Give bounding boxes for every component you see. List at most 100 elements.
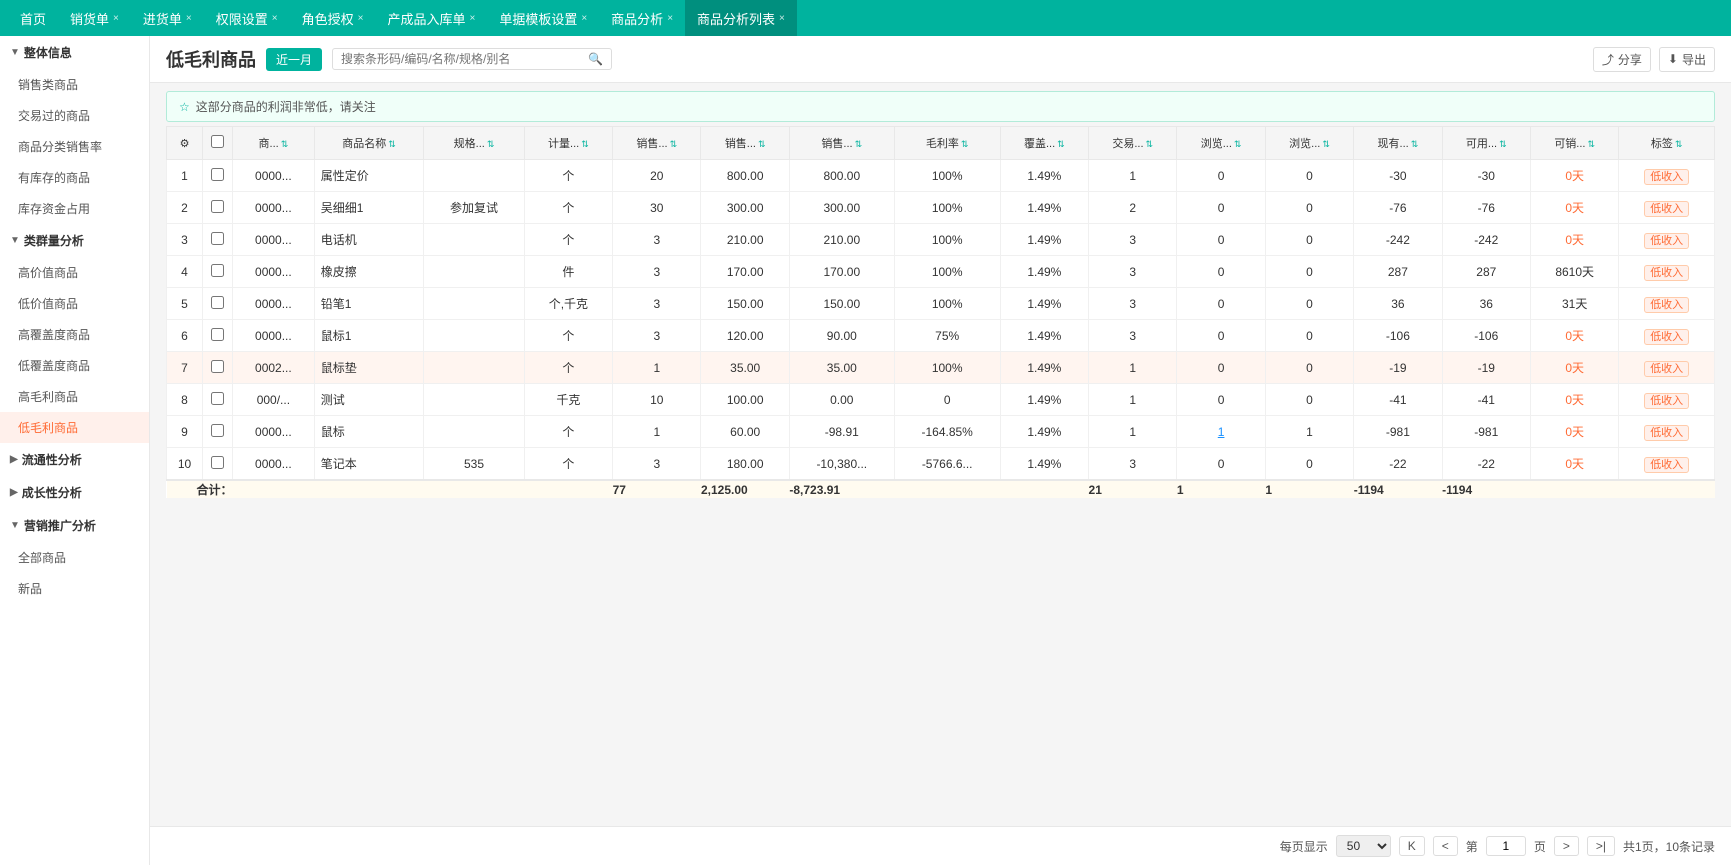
row-checkbox[interactable] — [211, 456, 224, 469]
row-checkbox[interactable] — [211, 168, 224, 181]
nav-product-analysis-list[interactable]: 商品分析列表 × — [685, 0, 797, 36]
close-icon[interactable]: × — [113, 13, 119, 24]
col-checkbox[interactable] — [203, 127, 233, 160]
sidebar-item-all-goods[interactable]: 全部商品 — [0, 542, 149, 573]
nav-product-inbound[interactable]: 产成品入库单 × — [375, 0, 487, 36]
nav-home[interactable]: 首页 — [8, 0, 58, 36]
date-filter-button[interactable]: 近一月 — [266, 48, 322, 71]
last-page-button[interactable]: >| — [1587, 836, 1615, 856]
col-current-stock[interactable]: 现有...⇅ — [1354, 127, 1442, 160]
nav-permissions[interactable]: 权限设置 × — [204, 0, 290, 36]
close-icon[interactable]: × — [779, 13, 785, 24]
sidebar-item-sales-goods[interactable]: 销售类商品 — [0, 69, 149, 100]
col-tag[interactable]: 标签⇅ — [1619, 127, 1715, 160]
row-checkbox[interactable] — [211, 328, 224, 341]
row-view2: 0 — [1265, 256, 1353, 288]
settings-icon[interactable]: ⚙ — [180, 138, 190, 150]
row-checkbox[interactable] — [211, 232, 224, 245]
close-icon[interactable]: × — [358, 13, 364, 24]
row-sellable-days: 0天 — [1530, 224, 1618, 256]
sidebar-item-low-margin[interactable]: 低毛利商品 — [0, 412, 149, 443]
sidebar-section-overall[interactable]: ▼ 整体信息 — [0, 36, 149, 69]
row-checkbox-cell[interactable] — [203, 352, 233, 384]
col-name[interactable]: 商品名称⇅ — [314, 127, 424, 160]
row-number: 9 — [167, 416, 203, 448]
row-checkbox-cell[interactable] — [203, 416, 233, 448]
col-unit[interactable]: 计量...⇅ — [524, 127, 612, 160]
sidebar-item-new-goods[interactable]: 新品 — [0, 573, 149, 604]
row-checkbox-cell[interactable] — [203, 384, 233, 416]
sidebar-section-growth[interactable]: ▶ 成长性分析 — [0, 476, 149, 509]
col-coverage[interactable]: 覆盖...⇅ — [1000, 127, 1088, 160]
row-checkbox[interactable] — [211, 296, 224, 309]
row-checkbox[interactable] — [211, 200, 224, 213]
row-current-stock: -41 — [1354, 384, 1442, 416]
row-checkbox[interactable] — [211, 360, 224, 373]
col-settings[interactable]: ⚙ — [167, 127, 203, 160]
row-coverage: 1.49% — [1000, 256, 1088, 288]
row-code: 0000... — [233, 192, 315, 224]
row-checkbox[interactable] — [211, 392, 224, 405]
close-icon[interactable]: × — [667, 13, 673, 24]
row-checkbox-cell[interactable] — [203, 256, 233, 288]
search-input[interactable] — [341, 52, 584, 66]
sidebar-item-low-value[interactable]: 低价值商品 — [0, 288, 149, 319]
col-available-stock[interactable]: 可用...⇅ — [1442, 127, 1530, 160]
col-sales-count[interactable]: 销售...⇅ — [613, 127, 701, 160]
nav-product-analysis[interactable]: 商品分析 × — [599, 0, 685, 36]
col-sales-price[interactable]: 销售...⇅ — [701, 127, 789, 160]
col-gross-margin[interactable]: 毛利率⇅ — [894, 127, 1000, 160]
row-tag: 低收入 — [1619, 320, 1715, 352]
sidebar-item-inventory-funds[interactable]: 库存资金占用 — [0, 193, 149, 224]
col-view2[interactable]: 浏览...⇅ — [1265, 127, 1353, 160]
sidebar-item-low-coverage[interactable]: 低覆盖度商品 — [0, 350, 149, 381]
row-checkbox-cell[interactable] — [203, 288, 233, 320]
row-checkbox-cell[interactable] — [203, 448, 233, 481]
sidebar-item-high-margin[interactable]: 高毛利商品 — [0, 381, 149, 412]
row-checkbox-cell[interactable] — [203, 224, 233, 256]
view1-link[interactable]: 1 — [1218, 425, 1225, 439]
close-icon[interactable]: × — [469, 13, 475, 24]
close-icon[interactable]: × — [186, 13, 192, 24]
sidebar-item-category-sales-rate[interactable]: 商品分类销售率 — [0, 131, 149, 162]
select-all-checkbox[interactable] — [211, 135, 224, 148]
totals-empty-code — [233, 480, 315, 498]
row-view2: 1 — [1265, 416, 1353, 448]
row-checkbox-cell[interactable] — [203, 192, 233, 224]
share-button[interactable]: ⤴ 分享 — [1593, 47, 1651, 72]
sidebar-section-marketing[interactable]: ▼ 营销推广分析 — [0, 509, 149, 542]
sidebar-item-high-coverage[interactable]: 高覆盖度商品 — [0, 319, 149, 350]
col-spec[interactable]: 规格...⇅ — [424, 127, 524, 160]
page-input[interactable] — [1486, 836, 1526, 856]
col-code[interactable]: 商...⇅ — [233, 127, 315, 160]
prev-page-button[interactable]: < — [1433, 836, 1458, 856]
export-button[interactable]: ⬇ 导出 — [1659, 47, 1715, 72]
page-size-select[interactable]: 50 100 200 — [1336, 835, 1391, 857]
nav-template-settings[interactable]: 单据模板设置 × — [487, 0, 599, 36]
row-gross-margin: 100% — [894, 256, 1000, 288]
row-checkbox[interactable] — [211, 424, 224, 437]
col-view1[interactable]: 浏览...⇅ — [1177, 127, 1265, 160]
next-page-button[interactable]: > — [1554, 836, 1579, 856]
col-trade-count[interactable]: 交易...⇅ — [1089, 127, 1177, 160]
sidebar-item-inventory-goods[interactable]: 有库存的商品 — [0, 162, 149, 193]
sidebar-item-traded-goods[interactable]: 交易过的商品 — [0, 100, 149, 131]
close-icon[interactable]: × — [581, 13, 587, 24]
row-unit: 件 — [524, 256, 612, 288]
sidebar-section-cluster[interactable]: ▼ 类群量分析 — [0, 224, 149, 257]
col-sales-amount[interactable]: 销售...⇅ — [789, 127, 894, 160]
nav-sales-order[interactable]: 销货单 × — [58, 0, 131, 36]
row-view2: 0 — [1265, 160, 1353, 192]
nav-role-auth[interactable]: 角色授权 × — [290, 0, 376, 36]
nav-purchase-order[interactable]: 进货单 × — [131, 0, 204, 36]
sidebar-item-high-value[interactable]: 高价值商品 — [0, 257, 149, 288]
sidebar-section-liquidity[interactable]: ▶ 流通性分析 — [0, 443, 149, 476]
row-code: 0000... — [233, 448, 315, 481]
close-icon[interactable]: × — [272, 13, 278, 24]
row-checkbox-cell[interactable] — [203, 320, 233, 352]
col-sellable-days[interactable]: 可销...⇅ — [1530, 127, 1618, 160]
table-row: 7 0002... 鼠标垫 个 1 35.00 35.00 100% 1.49%… — [167, 352, 1715, 384]
first-page-button[interactable]: K — [1399, 836, 1425, 856]
row-checkbox[interactable] — [211, 264, 224, 277]
row-checkbox-cell[interactable] — [203, 160, 233, 192]
